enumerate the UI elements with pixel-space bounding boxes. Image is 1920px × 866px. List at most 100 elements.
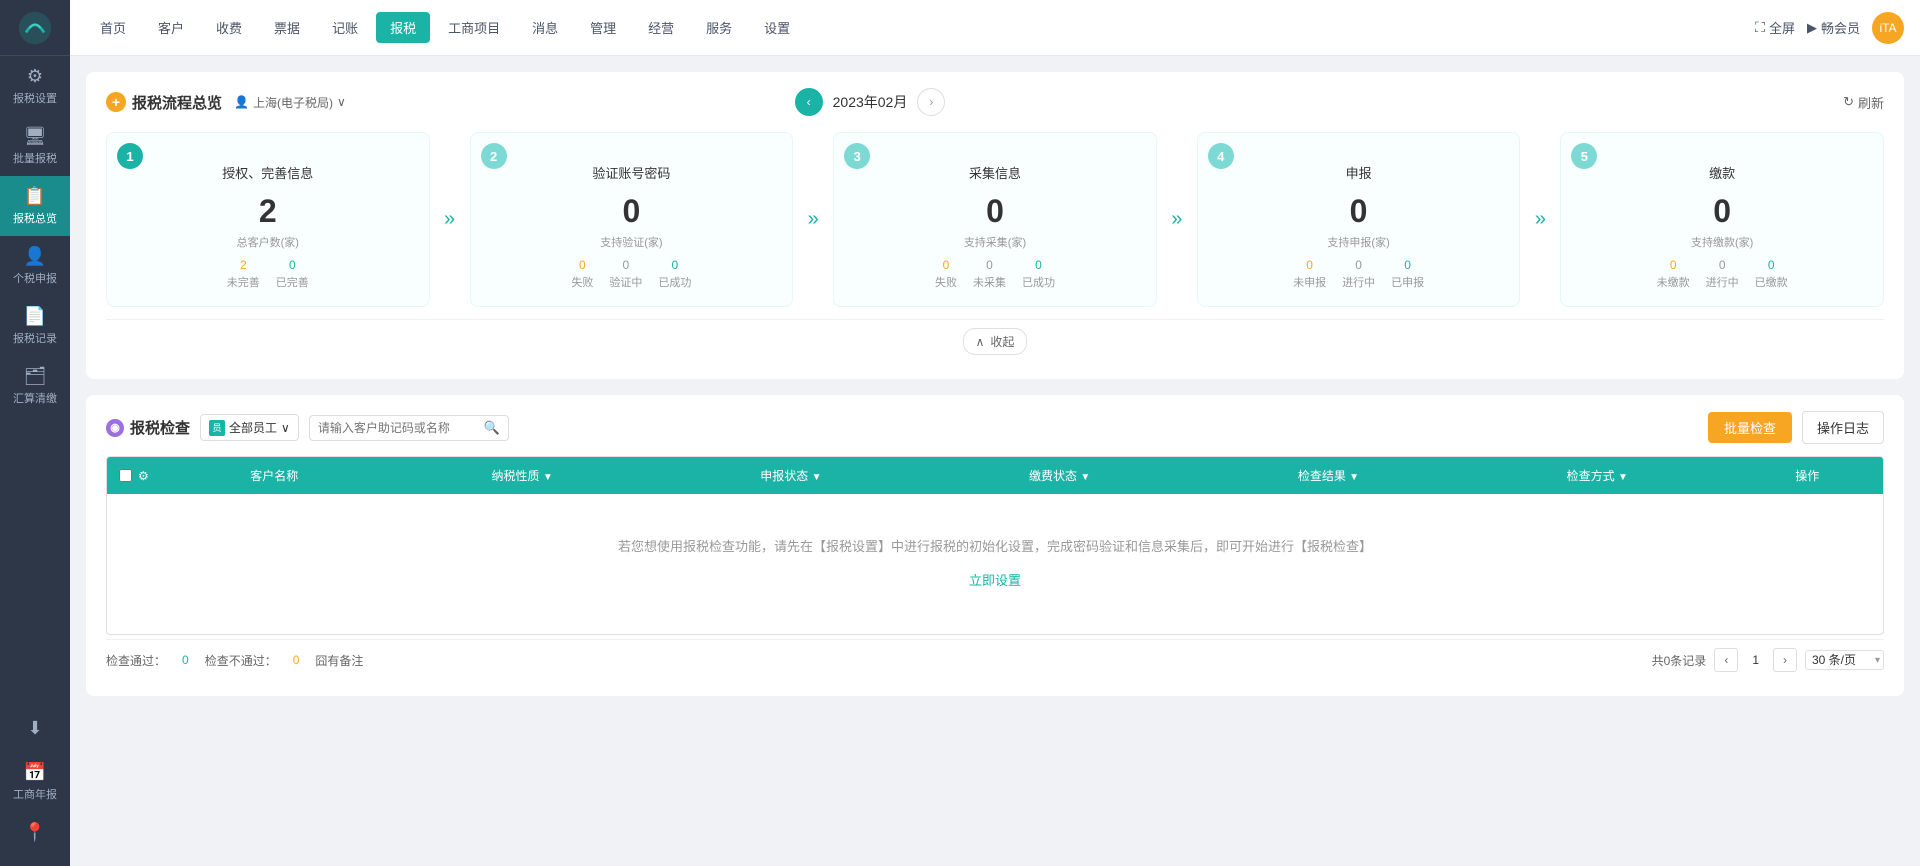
nav-business[interactable]: 工商项目 — [434, 12, 514, 43]
gear-icon[interactable]: ⚙ — [138, 469, 149, 483]
stat-label-not-paid: 未缴款 — [1657, 274, 1690, 290]
batch-check-button[interactable]: 批量检查 — [1708, 412, 1792, 443]
collapse-bar: ∧ 收起 — [106, 319, 1884, 363]
next-page-btn[interactable]: › — [1773, 648, 1797, 672]
flow-header: + 报税流程总览 👤 上海(电子税局) ∨ ‹ 2023年02月 › ↻ 刷新 — [106, 88, 1884, 116]
search-box: 🔍 — [309, 415, 509, 441]
stat-val-not-collected: 0 — [986, 258, 993, 272]
th-check-method[interactable]: 检查方式 ▼ — [1463, 457, 1732, 494]
step-num-3: 3 — [844, 143, 870, 169]
stat-label-paying: 进行中 — [1706, 274, 1739, 290]
stat-label-collected: 已成功 — [1022, 274, 1055, 290]
search-input[interactable] — [318, 421, 484, 435]
nav-tax[interactable]: 报税 — [376, 12, 430, 43]
filter-icon: ▼ — [1080, 472, 1090, 483]
double-arrow-icon: » — [808, 208, 819, 231]
flow-step-3: 3 采集信息 0 支持采集(家) 0 失败 0 未采集 — [833, 132, 1157, 307]
stat-val-filed[interactable]: 0 — [1404, 258, 1411, 272]
check-header: ◉ 报税检查 员 全部员工 ∨ 🔍 批量检查 操作日志 — [106, 411, 1884, 444]
stat-val-filled[interactable]: 0 — [289, 258, 296, 272]
next-month-btn[interactable]: › — [917, 88, 945, 116]
sidebar-item-tax-records[interactable]: 📄 报税记录 — [0, 296, 70, 356]
flow-step-1: 1 授权、完善信息 2 总客户数(家) 2 未完善 0 已完善 — [106, 132, 430, 307]
sidebar-item-personal-filing[interactable]: 👤 个税申报 — [0, 236, 70, 296]
nav-services[interactable]: 服务 — [692, 12, 746, 43]
stat-item: 0 未申报 — [1293, 258, 1326, 290]
search-icon[interactable]: 🔍 — [484, 420, 500, 436]
table-footer: 检查通过： 0 检查不通过： 0 囧有备注 共0条记录 ‹ 1 › 30 条/页… — [106, 639, 1884, 680]
per-page-wrap: 30 条/页 50 条/页 100 条/页 — [1805, 650, 1884, 670]
nav-clients[interactable]: 客户 — [144, 12, 198, 43]
sidebar-item-annual-report[interactable]: 📅 工商年报 — [0, 752, 70, 812]
stat-val-collected[interactable]: 0 — [1035, 258, 1042, 272]
th-filing-status[interactable]: 申报状态 ▼ — [657, 457, 926, 494]
th-check-result[interactable]: 检查结果 ▼ — [1194, 457, 1463, 494]
settlement-icon: 🗂 — [24, 366, 47, 387]
stat-val-paid[interactable]: 0 — [1768, 258, 1775, 272]
step-stats-5: 0 未缴款 0 进行中 0 已缴款 — [1577, 258, 1867, 290]
step-num-1: 1 — [117, 143, 143, 169]
arrow-connector-1: » — [430, 132, 470, 307]
employee-filter[interactable]: 员 全部员工 ∨ — [200, 414, 299, 441]
op-log-button[interactable]: 操作日志 — [1802, 411, 1884, 444]
refresh-btn[interactable]: ↻ 刷新 — [1843, 93, 1884, 112]
table-header-row: ⚙ 客户名称 纳税性质 ▼ 申报状态 ▼ — [107, 457, 1883, 494]
nav-items: 首页 客户 收费 票据 记账 报税 工商项目 消息 管理 经营 服务 设置 — [86, 12, 1755, 43]
fail-count[interactable]: 0 — [293, 653, 300, 667]
stat-val-not-filed[interactable]: 0 — [1306, 258, 1313, 272]
check-circle-icon: ◉ — [106, 419, 124, 437]
vip-btn[interactable]: ▶ 畅会员 — [1807, 18, 1860, 37]
stat-item: 0 已申报 — [1391, 258, 1424, 290]
tax-records-icon: 📄 — [24, 306, 46, 327]
setup-link[interactable]: 立即设置 — [969, 573, 1021, 588]
play-icon: ▶ — [1807, 20, 1817, 36]
sidebar-item-location[interactable]: 📍 — [0, 812, 70, 856]
main-area: 首页 客户 收费 票据 记账 报税 工商项目 消息 管理 经营 服务 设置 ⛶ … — [70, 0, 1920, 866]
filter-icon: ▼ — [812, 472, 822, 483]
nav-operations[interactable]: 经营 — [634, 12, 688, 43]
stat-val-failed[interactable]: 0 — [579, 258, 586, 272]
sidebar: ⚙ 报税设置 🖥 批量报税 📋 报税总览 👤 个税申报 📄 报税记录 🗂 汇算清… — [0, 0, 70, 866]
th-payment-status[interactable]: 缴费状态 ▼ — [925, 457, 1194, 494]
sidebar-item-tax-overview[interactable]: 📋 报税总览 — [0, 176, 70, 236]
stat-item: 0 进行中 — [1706, 258, 1739, 290]
flow-location[interactable]: 👤 上海(电子税局) ∨ — [234, 94, 346, 111]
stat-label-unfilled: 未完善 — [227, 274, 260, 290]
stat-val-collect-failed[interactable]: 0 — [943, 258, 950, 272]
nav-fees[interactable]: 收费 — [202, 12, 256, 43]
th-checkbox: ⚙ — [107, 457, 161, 494]
plus-icon: + — [106, 92, 126, 112]
per-page-select[interactable]: 30 条/页 50 条/页 100 条/页 — [1805, 650, 1884, 670]
download-icon: ⬇ — [27, 718, 42, 739]
sidebar-item-settlement[interactable]: 🗂 汇算清缴 — [0, 356, 70, 416]
step-sub-1: 总客户数(家) — [123, 234, 413, 250]
stat-val-unfilled[interactable]: 2 — [240, 258, 247, 272]
avatar: iTA — [1872, 12, 1904, 44]
sidebar-item-batch-tax[interactable]: 🖥 批量报税 — [0, 116, 70, 176]
nav-accounting[interactable]: 记账 — [318, 12, 372, 43]
stat-item: 2 未完善 — [227, 258, 260, 290]
collapse-icon: ∧ — [976, 335, 985, 349]
filter-icon: ▼ — [1618, 472, 1628, 483]
sidebar-item-tax-settings[interactable]: ⚙ 报税设置 — [0, 56, 70, 116]
nav-management[interactable]: 管理 — [576, 12, 630, 43]
table-body-wrap: 若您想使用报税检查功能，请先在【报税设置】中进行报税的初始化设置，完成密码验证和… — [107, 494, 1883, 634]
nav-invoices[interactable]: 票据 — [260, 12, 314, 43]
select-all-checkbox[interactable] — [119, 469, 132, 482]
double-arrow-icon: » — [1535, 208, 1546, 231]
collapse-btn[interactable]: ∧ 收起 — [963, 328, 1028, 355]
sidebar-item-download[interactable]: ⬇ — [0, 708, 70, 752]
nav-settings[interactable]: 设置 — [750, 12, 804, 43]
stat-val-not-paid[interactable]: 0 — [1670, 258, 1677, 272]
th-operation: 操作 — [1732, 457, 1883, 494]
th-tax-nature[interactable]: 纳税性质 ▼ — [388, 457, 657, 494]
nav-messages[interactable]: 消息 — [518, 12, 572, 43]
nav-home[interactable]: 首页 — [86, 12, 140, 43]
prev-page-btn[interactable]: ‹ — [1714, 648, 1738, 672]
prev-month-btn[interactable]: ‹ — [795, 88, 823, 116]
stat-val-verified[interactable]: 0 — [672, 258, 679, 272]
stat-item: 0 未缴款 — [1657, 258, 1690, 290]
fullscreen-btn[interactable]: ⛶ 全屏 — [1755, 18, 1795, 37]
pass-count[interactable]: 0 — [182, 653, 189, 667]
pass-label: 检查通过： — [106, 652, 166, 669]
